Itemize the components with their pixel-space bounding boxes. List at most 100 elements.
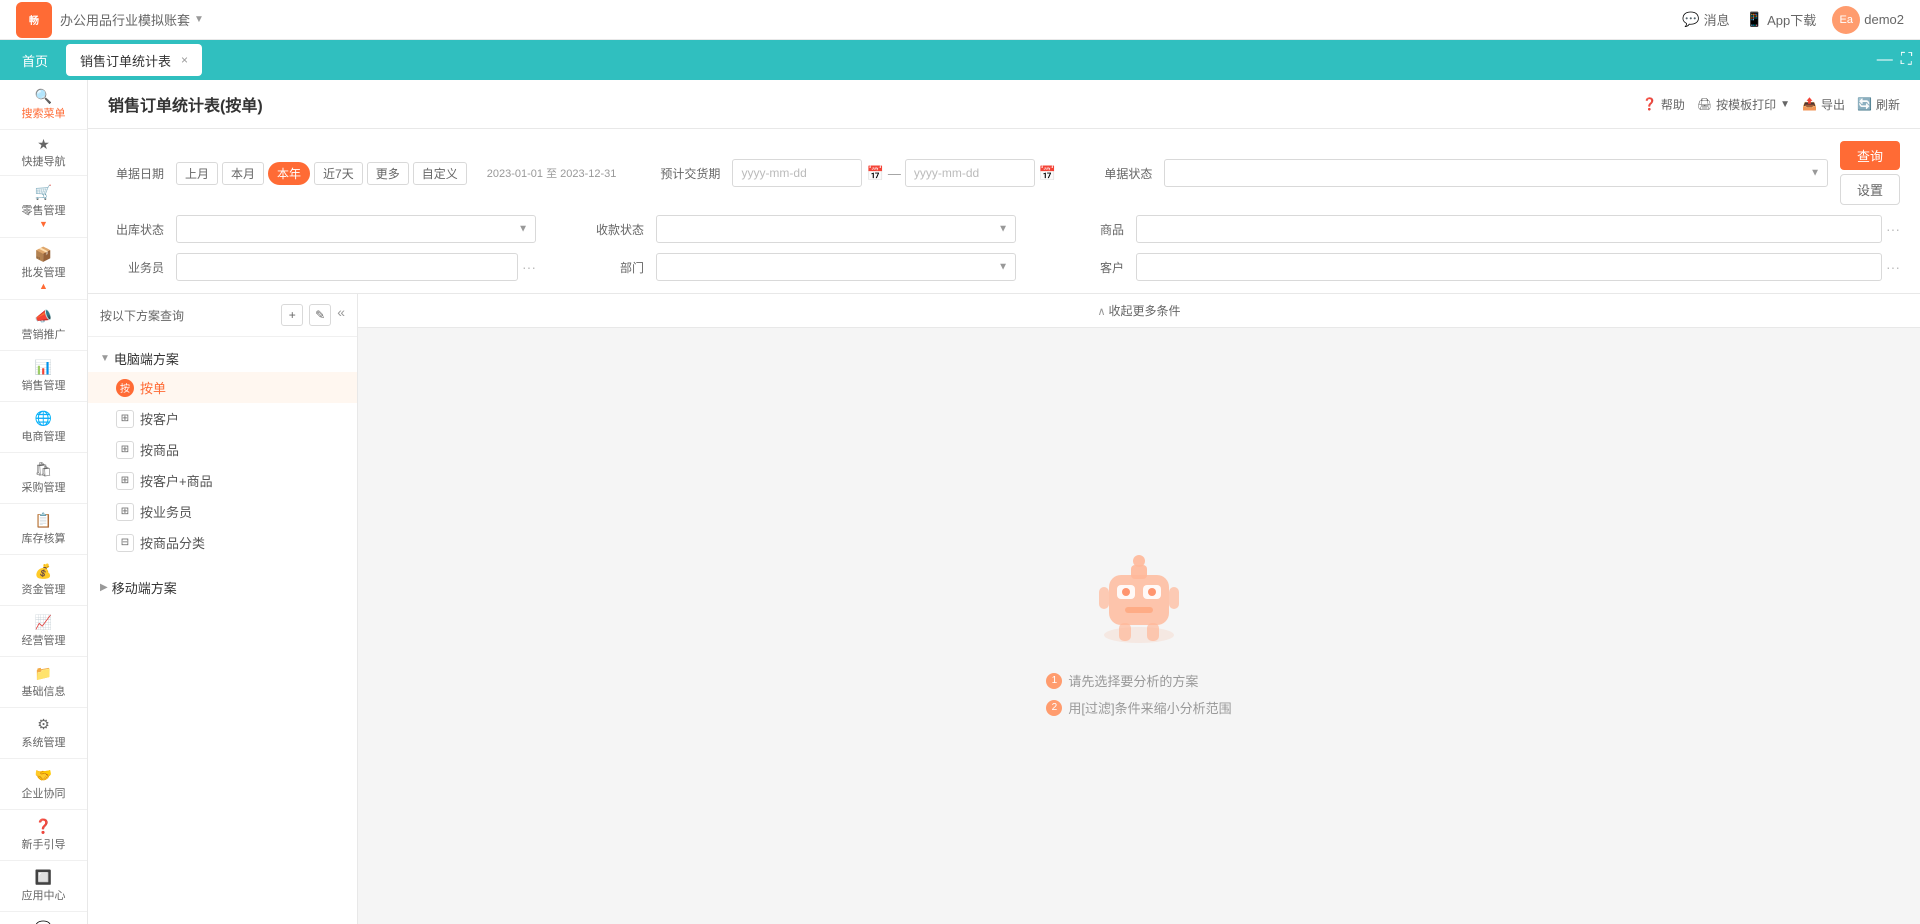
breadcrumb-arrow-icon[interactable]: ▼ bbox=[194, 14, 204, 25]
sidebar-group-retail: 🛒 零售管理 ▼ bbox=[0, 176, 87, 238]
sidebar-item-system[interactable]: ⚙ 系统管理 bbox=[0, 708, 87, 758]
left-panel-header: 按以下方案查询 + ✎ « bbox=[88, 294, 357, 337]
goods-input[interactable] bbox=[1136, 215, 1882, 243]
sidebar-item-marketing[interactable]: 📣 营销推广 bbox=[0, 300, 87, 350]
date-btn-cur-year[interactable]: 本年 bbox=[268, 162, 310, 185]
tab-home[interactable]: 首页 bbox=[8, 44, 62, 76]
collapse-bar[interactable]: ∧ 收起更多条件 bbox=[358, 294, 1920, 328]
date-range-text: 2023-01-01 至 2023-12-31 bbox=[487, 165, 617, 181]
scheme-item-anjiandan[interactable]: 按 按单 bbox=[88, 372, 357, 403]
sidebar-item-wholesale[interactable]: 📦 批发管理 ▲ bbox=[0, 238, 87, 299]
status-select[interactable] bbox=[1164, 159, 1828, 187]
pc-scheme-group-title[interactable]: ▼ 电脑端方案 bbox=[88, 345, 357, 372]
tip-num-2: 2 bbox=[1046, 700, 1062, 716]
salesman-more-icon[interactable]: ··· bbox=[522, 259, 536, 275]
date-calendar-icon-1[interactable]: 📅 bbox=[866, 165, 883, 182]
sidebar-item-appcenter[interactable]: 🔲 应用中心 bbox=[0, 861, 87, 911]
mobile-scheme-group: ▶ 移动端方案 bbox=[88, 566, 357, 609]
sidebar-search[interactable]: 🔍 搜索菜单 bbox=[0, 80, 87, 130]
sidebar-group-guide: ❓ 新手引导 bbox=[0, 810, 87, 861]
scheme-icon-anyewuyuan: ⊞ bbox=[116, 503, 134, 521]
expected-date-start[interactable] bbox=[732, 159, 862, 187]
date-calendar-icon-2[interactable]: 📅 bbox=[1039, 165, 1056, 182]
empty-tip-2: 2 用[过滤]条件来缩小分析范围 bbox=[1046, 698, 1231, 717]
tip-num-1: 1 bbox=[1046, 673, 1062, 689]
sidebar-item-retail[interactable]: 🛒 零售管理 ▼ bbox=[0, 176, 87, 237]
edit-scheme-btn[interactable]: ✎ bbox=[309, 304, 331, 326]
scheme-icon-anjiandan: 按 bbox=[116, 379, 134, 397]
empty-tip-1: 1 请先选择要分析的方案 bbox=[1046, 671, 1231, 690]
sidebar-item-enterprise[interactable]: 🤝 企业协同 bbox=[0, 759, 87, 809]
scheme-item-anshangpin-fenlei[interactable]: ⊟ 按商品分类 bbox=[88, 527, 357, 558]
salesman-input[interactable] bbox=[176, 253, 518, 281]
scheme-item-anyewuyuan[interactable]: ⊞ 按业务员 bbox=[88, 496, 357, 527]
page-title: 销售订单统计表(按单) bbox=[108, 92, 263, 128]
top-bar-right: 💬 消息 📱 App下载 Ea demo2 bbox=[1682, 6, 1904, 34]
print-btn[interactable]: 🖨 按模板打印 ▼ bbox=[1697, 96, 1790, 113]
app-download-icon: 📱 bbox=[1746, 11, 1763, 28]
scheme-item-anshangpin[interactable]: ⊞ 按商品 bbox=[88, 434, 357, 465]
help-label: 帮助 bbox=[1661, 96, 1685, 113]
tab-active[interactable]: 销售订单统计表 × bbox=[66, 44, 202, 76]
mobile-group-label: 移动端方案 bbox=[112, 578, 177, 597]
sidebar-item-nav[interactable]: ★ 快捷导航 bbox=[0, 130, 87, 176]
dept-select[interactable] bbox=[656, 253, 1016, 281]
customer-label: 客户 bbox=[1068, 259, 1124, 276]
breadcrumb-text: 办公用品行业模拟账套 bbox=[60, 10, 190, 29]
user-area[interactable]: Ea demo2 bbox=[1832, 6, 1904, 34]
help-btn[interactable]: ❓ 帮助 bbox=[1642, 96, 1685, 113]
pay-status-select[interactable] bbox=[656, 215, 1016, 243]
message-btn[interactable]: 💬 消息 bbox=[1682, 10, 1729, 29]
maximize-btn[interactable]: ⛶ bbox=[1901, 51, 1912, 69]
date-btn-prev-month[interactable]: 上月 bbox=[176, 162, 218, 185]
date-quick-btns: 上月 本月 本年 近7天 更多 自定义 bbox=[176, 162, 467, 185]
reset-btn[interactable]: 设置 bbox=[1840, 174, 1900, 205]
customer-input[interactable] bbox=[1136, 253, 1882, 281]
sidebar-item-guide[interactable]: ❓ 新手引导 bbox=[0, 810, 87, 860]
tab-bar: 首页 销售订单统计表 × — ⛶ bbox=[0, 40, 1920, 80]
scheme-item-ankehu-shangpin[interactable]: ⊞ 按客户+商品 bbox=[88, 465, 357, 496]
sidebar-group-finance: 💰 资金管理 bbox=[0, 555, 87, 606]
edit-icon: ✎ bbox=[315, 308, 325, 322]
tip-text-2: 用[过滤]条件来缩小分析范围 bbox=[1068, 698, 1231, 717]
main-layout: 🔍 搜索菜单 ★ 快捷导航 🛒 零售管理 ▼ 📦 批发管理 ▲ 📣 营销推广 bbox=[0, 80, 1920, 924]
minimize-btn[interactable]: — bbox=[1877, 51, 1893, 69]
sidebar-item-operation[interactable]: 📈 经营管理 bbox=[0, 606, 87, 656]
sidebar-item-wechat[interactable]: 💬 企业微信 bbox=[0, 912, 87, 924]
sidebar-item-sales[interactable]: 📊 销售管理 bbox=[0, 351, 87, 401]
collapse-panel-btn[interactable]: « bbox=[337, 304, 345, 326]
add-scheme-btn[interactable]: + bbox=[281, 304, 303, 326]
sidebar-group-wholesale: 📦 批发管理 ▲ bbox=[0, 238, 87, 300]
app-download-btn[interactable]: 📱 App下载 bbox=[1746, 10, 1817, 29]
pay-status-wrap: ▼ bbox=[656, 215, 1016, 243]
expected-date-range: 📅 — 📅 bbox=[732, 159, 1052, 187]
left-panel-action-btns: + ✎ « bbox=[281, 304, 345, 326]
scheme-icon-anshangpin: ⊞ bbox=[116, 441, 134, 459]
empty-tips: 1 请先选择要分析的方案 2 用[过滤]条件来缩小分析范围 bbox=[1046, 671, 1231, 717]
sidebar-item-purchase[interactable]: 🛍 采购管理 bbox=[0, 453, 87, 503]
expected-date-end[interactable] bbox=[905, 159, 1035, 187]
sidebar-item-ecommerce[interactable]: 🌐 电商管理 bbox=[0, 402, 87, 452]
sidebar-item-finance[interactable]: 💰 资金管理 bbox=[0, 555, 87, 605]
customer-more-icon[interactable]: ··· bbox=[1886, 259, 1900, 275]
sidebar-item-inventory[interactable]: 📋 库存核算 bbox=[0, 504, 87, 554]
export-btn[interactable]: 📤 导出 bbox=[1802, 96, 1845, 113]
date-btn-cur-month[interactable]: 本月 bbox=[222, 162, 264, 185]
sidebar-group-purchase: 🛍 采购管理 bbox=[0, 453, 87, 504]
mobile-scheme-group-title[interactable]: ▶ 移动端方案 bbox=[88, 574, 357, 601]
date-btn-more[interactable]: 更多 bbox=[367, 162, 409, 185]
pc-group-label: 电脑端方案 bbox=[114, 349, 179, 368]
tab-home-label: 首页 bbox=[22, 51, 48, 70]
date-btn-7days[interactable]: 近7天 bbox=[314, 162, 363, 185]
goods-more-icon[interactable]: ··· bbox=[1886, 221, 1900, 237]
scheme-item-ankehu[interactable]: ⊞ 按客户 bbox=[88, 403, 357, 434]
refresh-btn[interactable]: 🔄 刷新 bbox=[1857, 96, 1900, 113]
date-btn-custom[interactable]: 自定义 bbox=[413, 162, 467, 185]
scheme-label-ankehu: 按客户 bbox=[140, 409, 179, 428]
search-btn[interactable]: 查询 bbox=[1840, 141, 1900, 170]
tab-close-btn[interactable]: × bbox=[181, 53, 188, 67]
dept-wrap: ▼ bbox=[656, 253, 1016, 281]
body-layout: 按以下方案查询 + ✎ « ▼ bbox=[88, 294, 1920, 924]
out-status-select[interactable] bbox=[176, 215, 536, 243]
sidebar-item-basic[interactable]: 📁 基础信息 bbox=[0, 657, 87, 707]
